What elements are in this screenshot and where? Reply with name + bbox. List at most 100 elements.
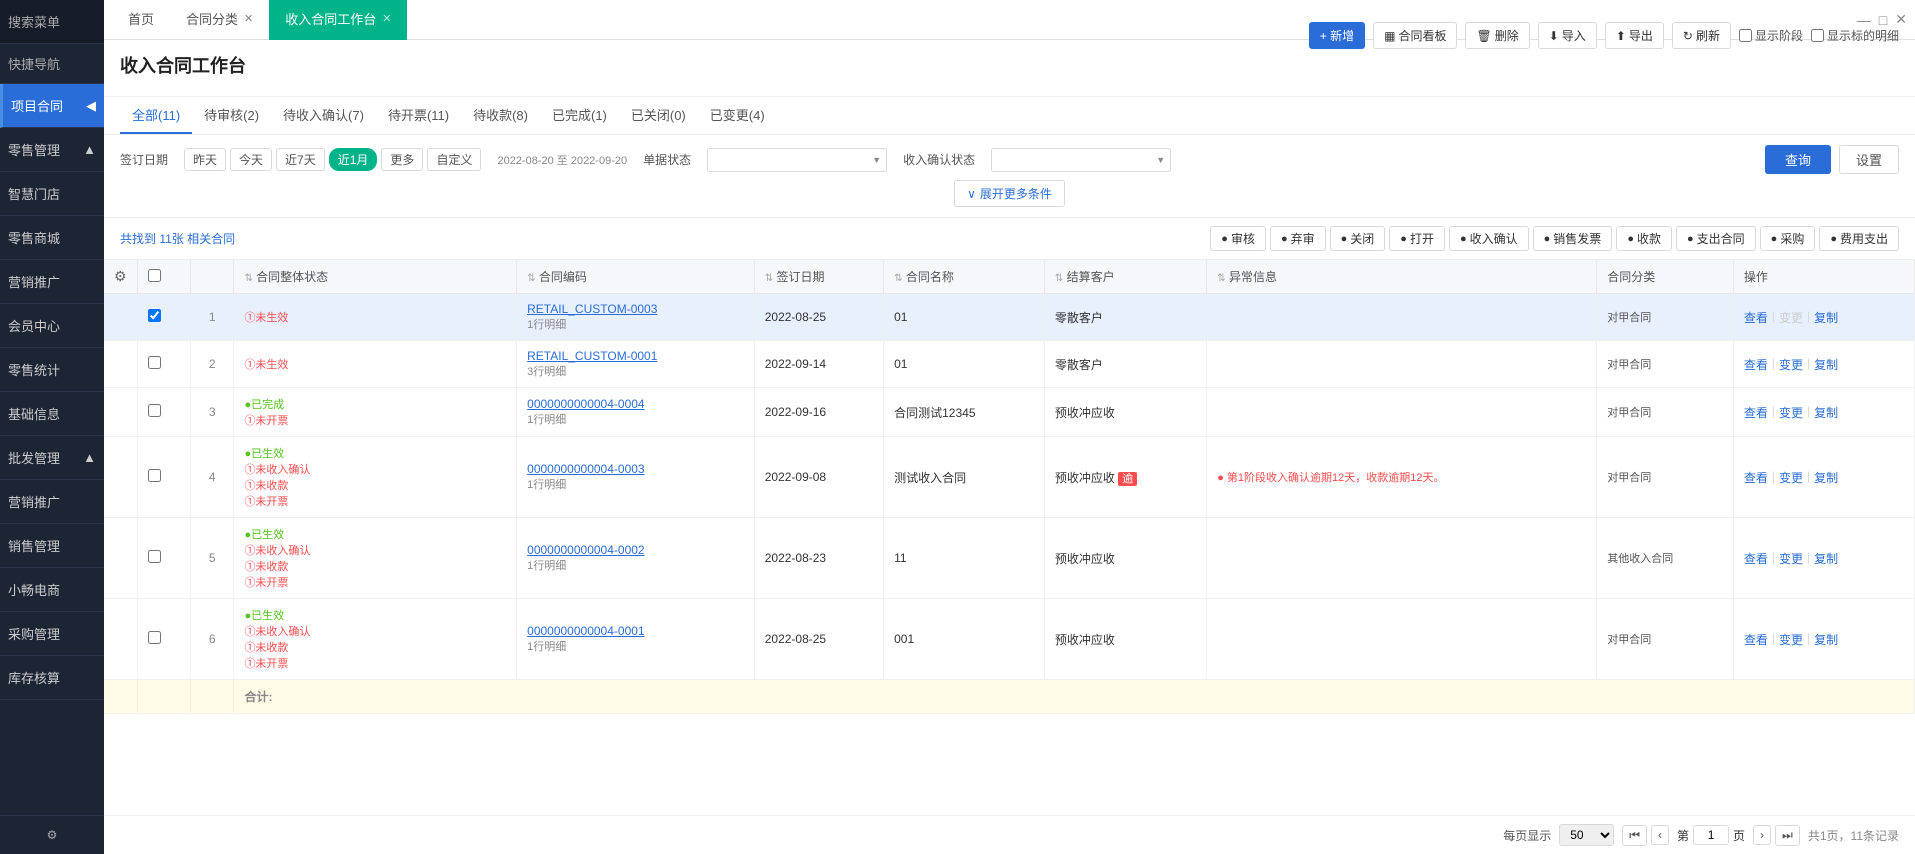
expense-output-button[interactable]: ● 费用支出 [1819, 226, 1899, 251]
contract-code-link[interactable]: 0000000000004-0004 [527, 397, 644, 411]
page-number-input[interactable] [1693, 825, 1729, 845]
row-checkbox[interactable] [148, 550, 161, 563]
action-查看-btn[interactable]: 查看 [1744, 550, 1768, 567]
filter-tab-pending-income-confirm[interactable]: 待收入确认(7) [271, 97, 376, 134]
contract-code-link[interactable]: RETAIL_CUSTOM-0003 [527, 302, 657, 316]
action-复制-btn[interactable]: 复制 [1814, 309, 1838, 326]
open-button[interactable]: ● 打开 [1389, 226, 1445, 251]
purchase-button[interactable]: ● 采购 [1760, 226, 1816, 251]
sidebar-item-inventory[interactable]: 库存核算 [0, 656, 104, 700]
action-查看-btn[interactable]: 查看 [1744, 631, 1768, 648]
filter-tab-changed[interactable]: 已变更(4) [698, 97, 777, 134]
date-btn-today[interactable]: 今天 [230, 148, 272, 171]
sidebar-item-purchase-mgmt[interactable]: 采购管理 [0, 612, 104, 656]
sidebar-item-marketing2[interactable]: 营销推广 [0, 480, 104, 524]
import-button[interactable]: ⬇ 导入 [1538, 22, 1597, 49]
col-settings-icon[interactable]: ⚙ [114, 268, 127, 284]
date-btn-1month[interactable]: 近1月 [329, 148, 378, 171]
filter-tab-pending-collection[interactable]: 待收款(8) [461, 97, 540, 134]
filter-tab-completed[interactable]: 已完成(1) [540, 97, 619, 134]
sidebar-search[interactable]: 搜索菜单 [0, 0, 104, 44]
first-page-button[interactable]: ⏮ [1622, 825, 1647, 846]
action-查看-btn[interactable]: 查看 [1744, 356, 1768, 373]
row-checkbox[interactable] [148, 404, 161, 417]
export-button[interactable]: ⬆ 导出 [1605, 22, 1664, 49]
date-btn-more[interactable]: 更多 [381, 148, 423, 171]
filter-tab-closed[interactable]: 已关闭(0) [619, 97, 698, 134]
income-confirm-button[interactable]: ● 收入确认 [1449, 226, 1529, 251]
sales-invoice-button[interactable]: ● 销售发票 [1533, 226, 1613, 251]
date-btn-custom[interactable]: 自定义 [427, 148, 481, 171]
sidebar-item-basic-info[interactable]: 基础信息 [0, 392, 104, 436]
show-stages-checkbox[interactable]: 显示阶段 [1739, 27, 1803, 44]
row-checkbox[interactable] [148, 309, 161, 322]
contract-code-link[interactable]: 0000000000004-0003 [527, 462, 644, 476]
row-checkbox[interactable] [148, 356, 161, 369]
action-复制-btn[interactable]: 复制 [1814, 356, 1838, 373]
row-checkbox[interactable] [148, 469, 161, 482]
pagination-next-buttons: › ⏭ [1753, 825, 1800, 846]
sidebar-item-smart-store[interactable]: 智慧门店 [0, 172, 104, 216]
filter-tab-pending-invoice[interactable]: 待开票(11) [376, 97, 461, 134]
sidebar-item-retail-mall[interactable]: 零售商城 [0, 216, 104, 260]
refresh-button[interactable]: ↻ 刷新 [1672, 22, 1731, 49]
action-复制-btn[interactable]: 复制 [1814, 550, 1838, 567]
income-confirm-select[interactable] [991, 148, 1171, 172]
new-button[interactable]: + 新增 [1309, 22, 1365, 49]
row-checkbox[interactable] [148, 631, 161, 644]
tab-contract-category-close[interactable]: ✕ [244, 12, 253, 25]
sidebar-item-xiaochang[interactable]: 小畅电商 [0, 568, 104, 612]
sidebar-item-retail-mgmt[interactable]: 零售管理 ▲ [0, 128, 104, 172]
abandon-button[interactable]: ● 弃审 [1270, 226, 1326, 251]
sidebar-item-retail-stats[interactable]: 零售统计 [0, 348, 104, 392]
collection-button[interactable]: ● 收款 [1616, 226, 1672, 251]
prev-page-button[interactable]: ‹ [1651, 825, 1669, 845]
action-查看-btn[interactable]: 查看 [1744, 404, 1768, 421]
next-page-button[interactable]: › [1753, 825, 1771, 845]
filter-tab-all[interactable]: 全部(11) [120, 97, 192, 134]
tab-home[interactable]: 首页 [112, 0, 170, 40]
contract-code-link[interactable]: 0000000000004-0002 [527, 543, 644, 557]
tab-contract-category[interactable]: 合同分类 ✕ [170, 0, 269, 40]
filter-tab-pending-review[interactable]: 待审核(2) [192, 97, 271, 134]
settings-button[interactable]: 设置 [1839, 145, 1899, 174]
expand-filter-button[interactable]: ∨ 展开更多条件 [954, 180, 1065, 207]
last-page-button[interactable]: ⏭ [1775, 825, 1800, 846]
delete-button[interactable]: 🗑 删除 [1465, 22, 1529, 49]
action-查看-btn[interactable]: 查看 [1744, 309, 1768, 326]
action-复制-btn[interactable]: 复制 [1814, 631, 1838, 648]
action-复制-btn[interactable]: 复制 [1814, 469, 1838, 486]
query-button[interactable]: 查询 [1765, 145, 1831, 174]
action-复制-btn[interactable]: 复制 [1814, 404, 1838, 421]
sidebar-item-member-center[interactable]: 会员中心 [0, 304, 104, 348]
expense-contract-button[interactable]: ● 支出合同 [1676, 226, 1756, 251]
action-查看-btn[interactable]: 查看 [1744, 469, 1768, 486]
show-mark-detail-checkbox[interactable]: 显示标的明细 [1811, 27, 1899, 44]
kanban-button[interactable]: ▦ 合同看板 [1373, 22, 1457, 49]
action-变更-btn[interactable]: 变更 [1779, 356, 1803, 373]
action-变更-btn[interactable]: 变更 [1779, 469, 1803, 486]
action-变更-btn[interactable]: 变更 [1779, 631, 1803, 648]
review-button[interactable]: ● 审核 [1210, 226, 1266, 251]
page-size-select[interactable]: 50 10 20 100 [1559, 824, 1614, 846]
tab-income-workbench-close[interactable]: ✕ [382, 12, 391, 25]
total-info: 共1页，11条记录 [1808, 827, 1899, 844]
date-btn-7days[interactable]: 近7天 [276, 148, 325, 171]
tab-income-workbench[interactable]: 收入合同工作台 ✕ [269, 0, 407, 40]
action-变更-btn[interactable]: 变更 [1779, 404, 1803, 421]
select-all-checkbox[interactable] [148, 269, 161, 282]
date-btn-yesterday[interactable]: 昨天 [184, 148, 226, 171]
contract-code-sub: 3行明细 [527, 363, 744, 379]
contract-code-link[interactable]: RETAIL_CUSTOM-0001 [527, 349, 657, 363]
row-checkbox-cell [137, 341, 190, 388]
sidebar-item-batch-mgmt[interactable]: 批发管理 ▲ [0, 436, 104, 480]
sidebar-item-marketing1[interactable]: 营销推广 [0, 260, 104, 304]
contract-code-link[interactable]: 0000000000004-0001 [527, 624, 644, 638]
sidebar-quick-nav[interactable]: 快捷导航 [0, 44, 104, 84]
action-变更-btn[interactable]: 变更 [1779, 550, 1803, 567]
sidebar-settings[interactable]: ⚙ [0, 815, 104, 854]
doc-status-select[interactable] [707, 148, 887, 172]
sidebar-item-sales-mgmt[interactable]: 销售管理 [0, 524, 104, 568]
close-contract-button[interactable]: ● 关闭 [1330, 226, 1386, 251]
sidebar-item-project-contract[interactable]: 项目合同 ◀ [0, 84, 104, 128]
